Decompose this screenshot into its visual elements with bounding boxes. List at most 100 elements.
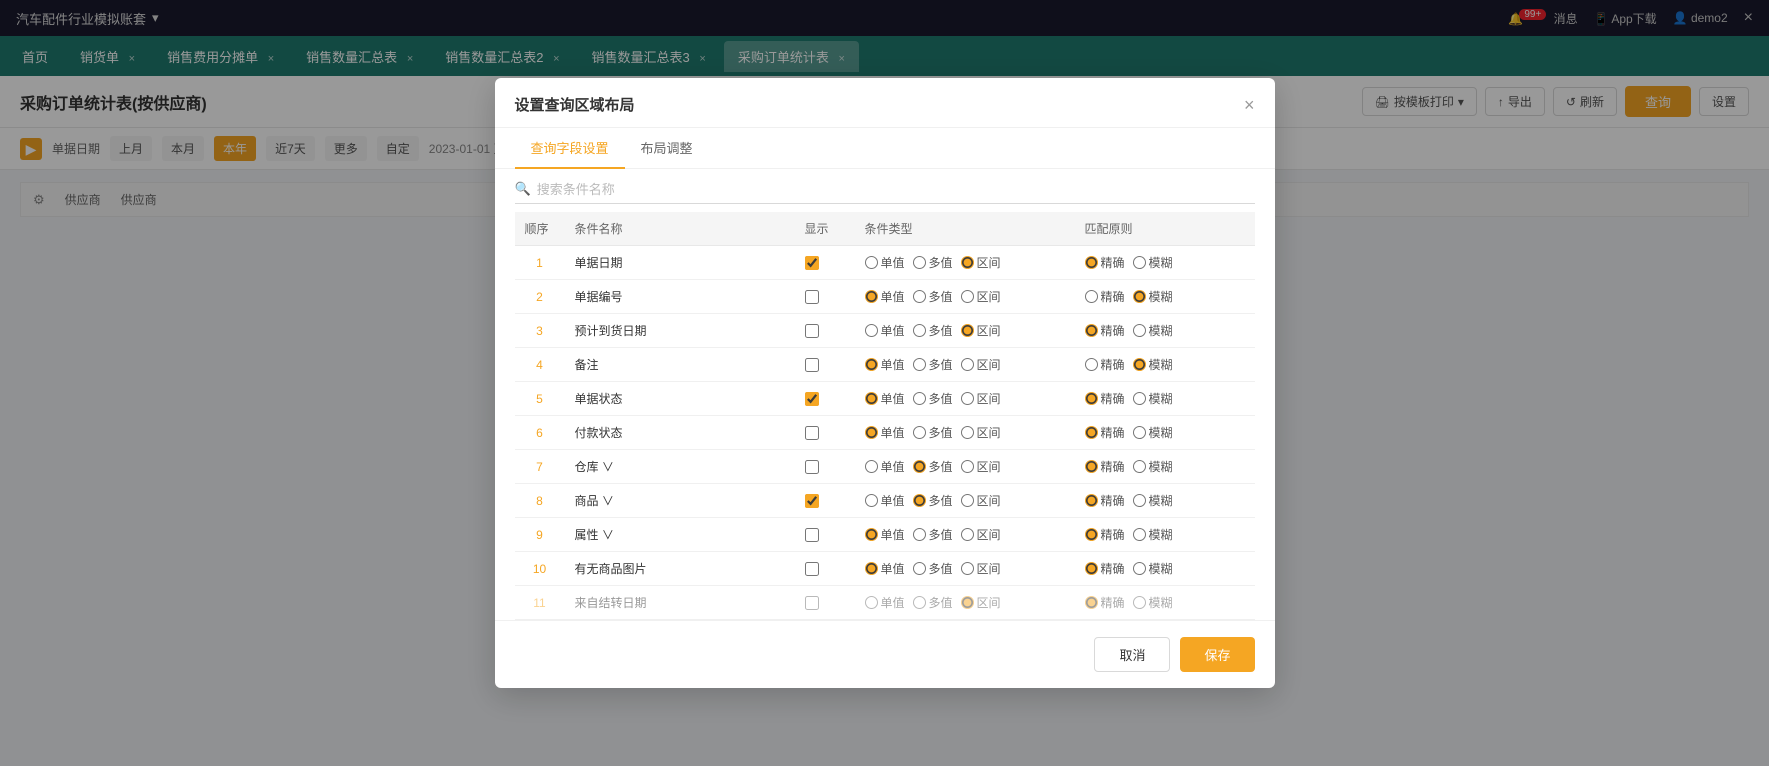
type-radio[interactable]: [865, 358, 878, 371]
type-radio[interactable]: [865, 460, 878, 473]
row-type[interactable]: 单值多值区间: [855, 314, 1075, 348]
type-radio-label[interactable]: 多值: [913, 526, 953, 543]
match-radio-label[interactable]: 模糊: [1133, 322, 1173, 339]
show-checkbox[interactable]: [805, 256, 819, 270]
row-type[interactable]: 单值多值区间: [855, 348, 1075, 382]
show-checkbox-label[interactable]: [805, 392, 845, 406]
row-type[interactable]: 单值多值区间: [855, 450, 1075, 484]
row-type[interactable]: 单值多值区间: [855, 382, 1075, 416]
type-radio-label[interactable]: 多值: [913, 322, 953, 339]
show-checkbox-label[interactable]: [805, 426, 845, 440]
match-radio[interactable]: [1085, 460, 1098, 473]
type-radio-label[interactable]: 区间: [961, 356, 1001, 373]
match-radio[interactable]: [1085, 528, 1098, 541]
match-radio[interactable]: [1133, 528, 1146, 541]
row-match[interactable]: 精确模糊: [1075, 484, 1255, 518]
show-checkbox-label[interactable]: [805, 256, 845, 270]
row-match[interactable]: 精确模糊: [1075, 416, 1255, 450]
match-radio-label[interactable]: 模糊: [1133, 526, 1173, 543]
match-radio[interactable]: [1085, 494, 1098, 507]
match-radio[interactable]: [1085, 358, 1098, 371]
match-radio[interactable]: [1133, 494, 1146, 507]
type-radio-label[interactable]: 多值: [913, 424, 953, 441]
row-match[interactable]: 精确模糊: [1075, 314, 1255, 348]
row-type[interactable]: 单值多值区间: [855, 484, 1075, 518]
type-radio[interactable]: [865, 494, 878, 507]
match-radio[interactable]: [1133, 290, 1146, 303]
match-radio-label[interactable]: 模糊: [1133, 356, 1173, 373]
search-input[interactable]: [537, 182, 737, 197]
type-radio[interactable]: [913, 494, 926, 507]
type-radio[interactable]: [961, 392, 974, 405]
match-radio[interactable]: [1133, 562, 1146, 575]
type-radio[interactable]: [961, 460, 974, 473]
type-radio-label[interactable]: 单值: [865, 356, 905, 373]
type-radio-label[interactable]: 单值: [865, 458, 905, 475]
show-checkbox[interactable]: [805, 528, 819, 542]
match-radio[interactable]: [1085, 596, 1098, 609]
type-radio-label[interactable]: 单值: [865, 560, 905, 577]
show-checkbox[interactable]: [805, 324, 819, 338]
match-radio[interactable]: [1133, 596, 1146, 609]
type-radio[interactable]: [961, 562, 974, 575]
row-match[interactable]: 精确模糊: [1075, 552, 1255, 586]
show-checkbox[interactable]: [805, 290, 819, 304]
row-show[interactable]: [795, 416, 855, 450]
row-type[interactable]: 单值多值区间: [855, 518, 1075, 552]
match-radio-label[interactable]: 模糊: [1133, 390, 1173, 407]
type-radio-label[interactable]: 区间: [961, 254, 1001, 271]
row-match[interactable]: 精确模糊: [1075, 382, 1255, 416]
row-show[interactable]: [795, 586, 855, 620]
show-checkbox-label[interactable]: [805, 290, 845, 304]
match-radio-label[interactable]: 精确: [1085, 288, 1125, 305]
type-radio[interactable]: [913, 528, 926, 541]
type-radio[interactable]: [865, 596, 878, 609]
show-checkbox-label[interactable]: [805, 562, 845, 576]
type-radio[interactable]: [865, 392, 878, 405]
match-radio-label[interactable]: 精确: [1085, 424, 1125, 441]
match-radio-label[interactable]: 模糊: [1133, 492, 1173, 509]
type-radio-label[interactable]: 多值: [913, 560, 953, 577]
match-radio[interactable]: [1085, 324, 1098, 337]
modal-overlay[interactable]: 设置查询区域布局 × 查询字段设置 布局调整 🔍 顺序: [0, 0, 1769, 766]
type-radio-label[interactable]: 多值: [913, 458, 953, 475]
type-radio-label[interactable]: 区间: [961, 322, 1001, 339]
type-radio[interactable]: [865, 426, 878, 439]
match-radio-label[interactable]: 精确: [1085, 356, 1125, 373]
row-type[interactable]: 单值多值区间: [855, 586, 1075, 620]
row-type[interactable]: 单值多值区间: [855, 552, 1075, 586]
save-button[interactable]: 保存: [1180, 637, 1254, 672]
match-radio[interactable]: [1133, 358, 1146, 371]
match-radio-label[interactable]: 模糊: [1133, 424, 1173, 441]
match-radio-label[interactable]: 模糊: [1133, 458, 1173, 475]
dialog-tab-layout[interactable]: 布局调整: [625, 128, 709, 169]
show-checkbox-label[interactable]: [805, 596, 845, 610]
row-show[interactable]: [795, 552, 855, 586]
show-checkbox[interactable]: [805, 358, 819, 372]
type-radio[interactable]: [913, 596, 926, 609]
type-radio[interactable]: [913, 426, 926, 439]
type-radio-label[interactable]: 区间: [961, 424, 1001, 441]
type-radio[interactable]: [865, 290, 878, 303]
type-radio[interactable]: [865, 324, 878, 337]
row-type[interactable]: 单值多值区间: [855, 416, 1075, 450]
show-checkbox-label[interactable]: [805, 528, 845, 542]
show-checkbox[interactable]: [805, 460, 819, 474]
match-radio[interactable]: [1133, 426, 1146, 439]
show-checkbox[interactable]: [805, 392, 819, 406]
match-radio[interactable]: [1133, 256, 1146, 269]
row-show[interactable]: [795, 382, 855, 416]
show-checkbox-label[interactable]: [805, 494, 845, 508]
type-radio-label[interactable]: 单值: [865, 322, 905, 339]
type-radio[interactable]: [913, 324, 926, 337]
type-radio-label[interactable]: 多值: [913, 390, 953, 407]
row-match[interactable]: 精确模糊: [1075, 280, 1255, 314]
type-radio-label[interactable]: 多值: [913, 594, 953, 611]
type-radio-label[interactable]: 区间: [961, 390, 1001, 407]
row-show[interactable]: [795, 314, 855, 348]
row-show[interactable]: [795, 348, 855, 382]
type-radio-label[interactable]: 区间: [961, 526, 1001, 543]
type-radio[interactable]: [913, 460, 926, 473]
match-radio-label[interactable]: 精确: [1085, 390, 1125, 407]
match-radio-label[interactable]: 模糊: [1133, 560, 1173, 577]
